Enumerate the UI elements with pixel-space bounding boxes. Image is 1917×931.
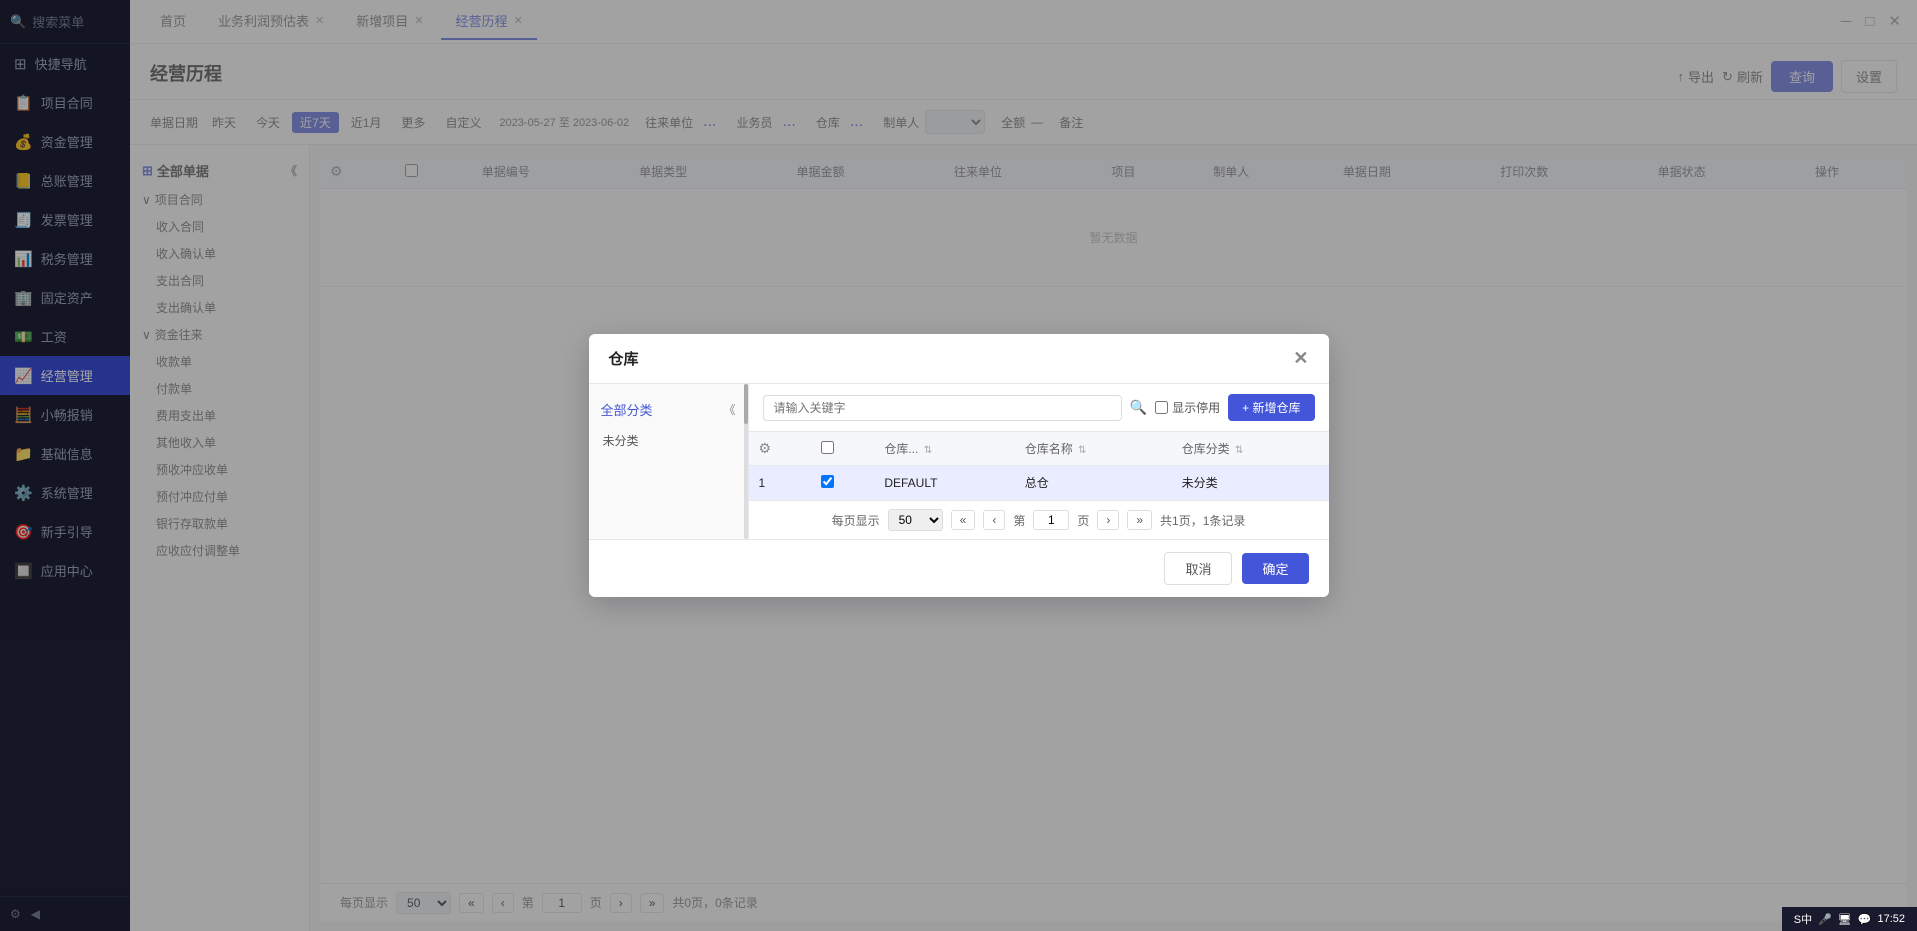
warehouse-table-row[interactable]: 1 DEFAULT 总仓 未分类	[749, 466, 1329, 500]
wth-checkbox	[811, 432, 874, 466]
modal-first-page-button[interactable]: «	[951, 510, 976, 530]
warehouse-row-code: DEFAULT	[874, 466, 1014, 500]
modal-page-suffix: 页	[1077, 512, 1089, 529]
modal-left-scrollbar-thumb	[744, 384, 748, 424]
add-warehouse-button[interactable]: + 新增仓库	[1228, 394, 1314, 421]
warehouse-row-num: 1	[749, 466, 812, 500]
warehouse-search-input[interactable]	[763, 395, 1122, 421]
warehouse-data-table: ⚙ 仓库... ⇅ 仓库名称 ⇅ 仓库分类 ⇅ 1 DEFA	[749, 432, 1329, 500]
warehouse-table: ⚙ 仓库... ⇅ 仓库名称 ⇅ 仓库分类 ⇅ 1 DEFA	[749, 432, 1329, 500]
system-tray: S中 🎤 🖥 💬 17:52	[1782, 907, 1917, 931]
modal-close-button[interactable]: ✕	[1293, 348, 1308, 369]
warehouse-row-select[interactable]	[821, 475, 834, 488]
modal-left-expand-icon[interactable]: 《	[723, 401, 735, 418]
modal-pagination: 每页显示 50 100 « ‹ 第 页 › » 共1页，1条记录	[749, 500, 1329, 539]
modal-page-size-select[interactable]: 50 100	[888, 509, 943, 531]
wth-name: 仓库名称 ⇅	[1015, 432, 1172, 466]
wth-category: 仓库分类 ⇅	[1172, 432, 1329, 466]
modal-left-item-uncategorized[interactable]: 未分类	[589, 425, 748, 456]
tray-icon-chat: 💬	[1858, 913, 1872, 926]
modal-left-panel: 全部分类 《 未分类	[589, 384, 749, 539]
tray-time: 17:52	[1877, 913, 1905, 925]
warehouse-modal: 仓库 ✕ 全部分类 《 未分类	[589, 334, 1329, 597]
wth-code: 仓库... ⇅	[874, 432, 1014, 466]
warehouse-row-checkbox	[811, 466, 874, 500]
warehouse-gear-icon[interactable]: ⚙	[759, 440, 772, 456]
modal-overlay: 仓库 ✕ 全部分类 《 未分类	[0, 0, 1917, 931]
warehouse-row-name: 总仓	[1015, 466, 1172, 500]
modal-header: 仓库 ✕	[589, 334, 1329, 384]
show-disabled-checkbox[interactable]	[1155, 401, 1168, 414]
warehouse-row-category: 未分类	[1172, 466, 1329, 500]
tray-icon-s: S中	[1794, 911, 1812, 927]
show-disabled-label[interactable]: 显示停用	[1155, 399, 1220, 416]
modal-title: 仓库	[609, 348, 639, 369]
modal-body: 全部分类 《 未分类 🔍 显示停用	[589, 384, 1329, 539]
modal-left-scrollbar	[744, 384, 748, 539]
modal-next-page-button[interactable]: ›	[1097, 510, 1119, 530]
modal-page-label: 第	[1013, 512, 1025, 529]
warehouse-select-all-checkbox[interactable]	[821, 441, 834, 454]
modal-page-number-input[interactable]	[1033, 510, 1069, 530]
warehouse-search-icon[interactable]: 🔍	[1130, 399, 1147, 416]
modal-search-bar: 🔍 显示停用 + 新增仓库	[749, 384, 1329, 432]
modal-last-page-button[interactable]: »	[1127, 510, 1152, 530]
modal-prev-page-button[interactable]: ‹	[983, 510, 1005, 530]
modal-total-records: 共1页，1条记录	[1160, 512, 1245, 529]
modal-page-size-label: 每页显示	[832, 512, 880, 529]
cancel-button[interactable]: 取消	[1164, 552, 1232, 585]
wth-settings: ⚙	[749, 432, 812, 466]
tray-icon-mic: 🎤	[1818, 913, 1832, 926]
warehouse-table-header-row: ⚙ 仓库... ⇅ 仓库名称 ⇅ 仓库分类 ⇅	[749, 432, 1329, 466]
modal-left-all-category[interactable]: 全部分类 《	[589, 394, 748, 425]
all-category-label: 全部分类	[601, 400, 653, 419]
tray-icon-screen: 🖥	[1838, 913, 1852, 926]
confirm-button[interactable]: 确定	[1242, 553, 1308, 584]
modal-right-panel: 🔍 显示停用 + 新增仓库 ⚙ 仓库... ⇅	[749, 384, 1329, 539]
modal-footer: 取消 确定	[589, 539, 1329, 597]
